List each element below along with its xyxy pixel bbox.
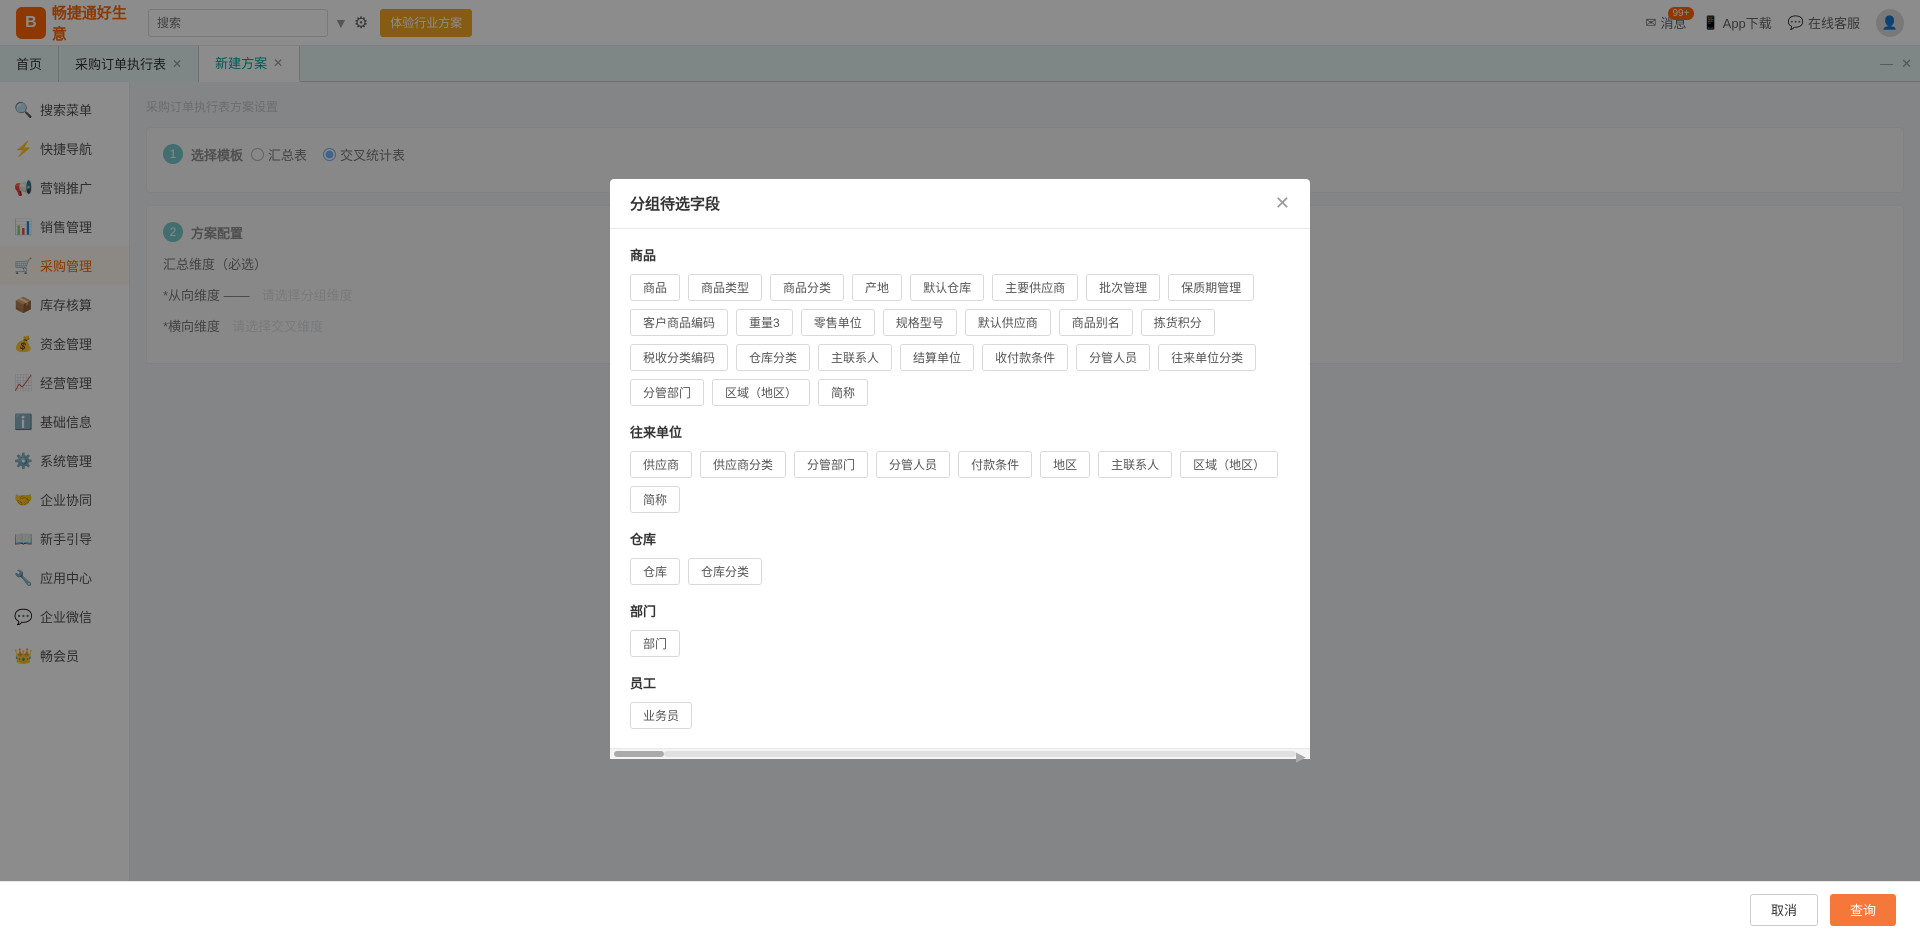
field-tag-abbr-goods[interactable]: 简称 [818, 379, 868, 406]
field-tag-default-supplier[interactable]: 默认供应商 [965, 309, 1051, 336]
modal-header: 分组待选字段 ✕ [610, 179, 1310, 229]
field-tag-dept[interactable]: 分管部门 [630, 379, 704, 406]
section-title-warehouse: 仓库 [630, 529, 1290, 548]
field-tag-abbr-counterpart[interactable]: 简称 [630, 486, 680, 513]
field-section-warehouse: 仓库 仓库 仓库分类 [630, 529, 1290, 585]
field-tag-weight3[interactable]: 重量3 [736, 309, 793, 336]
field-tag-settlement-unit[interactable]: 结算单位 [900, 344, 974, 371]
field-section-employee: 员工 业务员 [630, 673, 1290, 729]
field-tag-counterpart-category[interactable]: 往来单位分类 [1158, 344, 1256, 371]
field-tag-warehouse-category[interactable]: 仓库分类 [736, 344, 810, 371]
department-field-tags: 部门 [630, 630, 1290, 657]
field-select-modal: 分组待选字段 ✕ 商品 商品 商品类型 商品分类 产地 默认仓库 主要供应商 批… [610, 179, 1310, 759]
cancel-button[interactable]: 取消 [1750, 894, 1818, 926]
hscroll-right-arrow[interactable]: ▶ [1296, 749, 1306, 759]
field-tag-main-contact[interactable]: 主联系人 [818, 344, 892, 371]
hscroll-thumb [614, 751, 664, 757]
field-section-goods: 商品 商品 商品类型 商品分类 产地 默认仓库 主要供应商 批次管理 保质期管理… [630, 245, 1290, 406]
field-tag-default-warehouse[interactable]: 默认仓库 [910, 274, 984, 301]
field-tag-dept-counterpart[interactable]: 分管部门 [794, 451, 868, 478]
field-tag-goods-alias[interactable]: 商品别名 [1059, 309, 1133, 336]
field-tag-main-contact-counterpart[interactable]: 主联系人 [1098, 451, 1172, 478]
field-tag-origin[interactable]: 产地 [852, 274, 902, 301]
field-section-counterpart: 往来单位 供应商 供应商分类 分管部门 分管人员 付款条件 地区 主联系人 区域… [630, 422, 1290, 513]
field-tag-responsible-person[interactable]: 分管人员 [1076, 344, 1150, 371]
field-tag-tax-code[interactable]: 税收分类编码 [630, 344, 728, 371]
field-tag-region-counterpart[interactable]: 区域（地区） [1180, 451, 1278, 478]
field-tag-batch-management[interactable]: 批次管理 [1086, 274, 1160, 301]
warehouse-field-tags: 仓库 仓库分类 [630, 558, 1290, 585]
confirm-button[interactable]: 查询 [1830, 894, 1896, 926]
field-tag-payment-condition[interactable]: 付款条件 [958, 451, 1032, 478]
field-tag-pick-points[interactable]: 拣货积分 [1141, 309, 1215, 336]
field-tag-spec-model[interactable]: 规格型号 [883, 309, 957, 336]
horizontal-scrollbar[interactable]: ▶ [610, 748, 1310, 759]
modal-body[interactable]: 商品 商品 商品类型 商品分类 产地 默认仓库 主要供应商 批次管理 保质期管理… [610, 229, 1310, 748]
modal-title: 分组待选字段 [630, 193, 720, 214]
section-title-employee: 员工 [630, 673, 1290, 692]
field-tag-salesperson[interactable]: 业务员 [630, 702, 692, 729]
modal-close-button[interactable]: ✕ [1275, 193, 1290, 214]
section-title-department: 部门 [630, 601, 1290, 620]
field-tag-payment-terms[interactable]: 收付款条件 [982, 344, 1068, 371]
field-tag-customer-code[interactable]: 客户商品编码 [630, 309, 728, 336]
field-tag-area[interactable]: 地区 [1040, 451, 1090, 478]
field-tag-department[interactable]: 部门 [630, 630, 680, 657]
field-tag-goods[interactable]: 商品 [630, 274, 680, 301]
field-tag-supplier[interactable]: 供应商 [630, 451, 692, 478]
field-tag-main-supplier[interactable]: 主要供应商 [992, 274, 1078, 301]
section-title-counterpart: 往来单位 [630, 422, 1290, 441]
field-tag-goods-type[interactable]: 商品类型 [688, 274, 762, 301]
bottom-footer: 取消 查询 [0, 881, 1920, 937]
field-section-department: 部门 部门 [630, 601, 1290, 657]
employee-field-tags: 业务员 [630, 702, 1290, 729]
field-tag-person-counterpart[interactable]: 分管人员 [876, 451, 950, 478]
field-tag-retail-unit[interactable]: 零售单位 [801, 309, 875, 336]
field-tag-goods-category[interactable]: 商品分类 [770, 274, 844, 301]
goods-field-tags: 商品 商品类型 商品分类 产地 默认仓库 主要供应商 批次管理 保质期管理 客户… [630, 274, 1290, 406]
field-tag-warehouse-cat[interactable]: 仓库分类 [688, 558, 762, 585]
field-tag-region-goods[interactable]: 区域（地区） [712, 379, 810, 406]
hscroll-track [664, 751, 1296, 757]
field-tag-warehouse[interactable]: 仓库 [630, 558, 680, 585]
field-tag-supplier-category[interactable]: 供应商分类 [700, 451, 786, 478]
field-tag-expiry-management[interactable]: 保质期管理 [1168, 274, 1254, 301]
modal-overlay: 分组待选字段 ✕ 商品 商品 商品类型 商品分类 产地 默认仓库 主要供应商 批… [0, 0, 1920, 937]
section-title-goods: 商品 [630, 245, 1290, 264]
counterpart-field-tags: 供应商 供应商分类 分管部门 分管人员 付款条件 地区 主联系人 区域（地区） … [630, 451, 1290, 513]
